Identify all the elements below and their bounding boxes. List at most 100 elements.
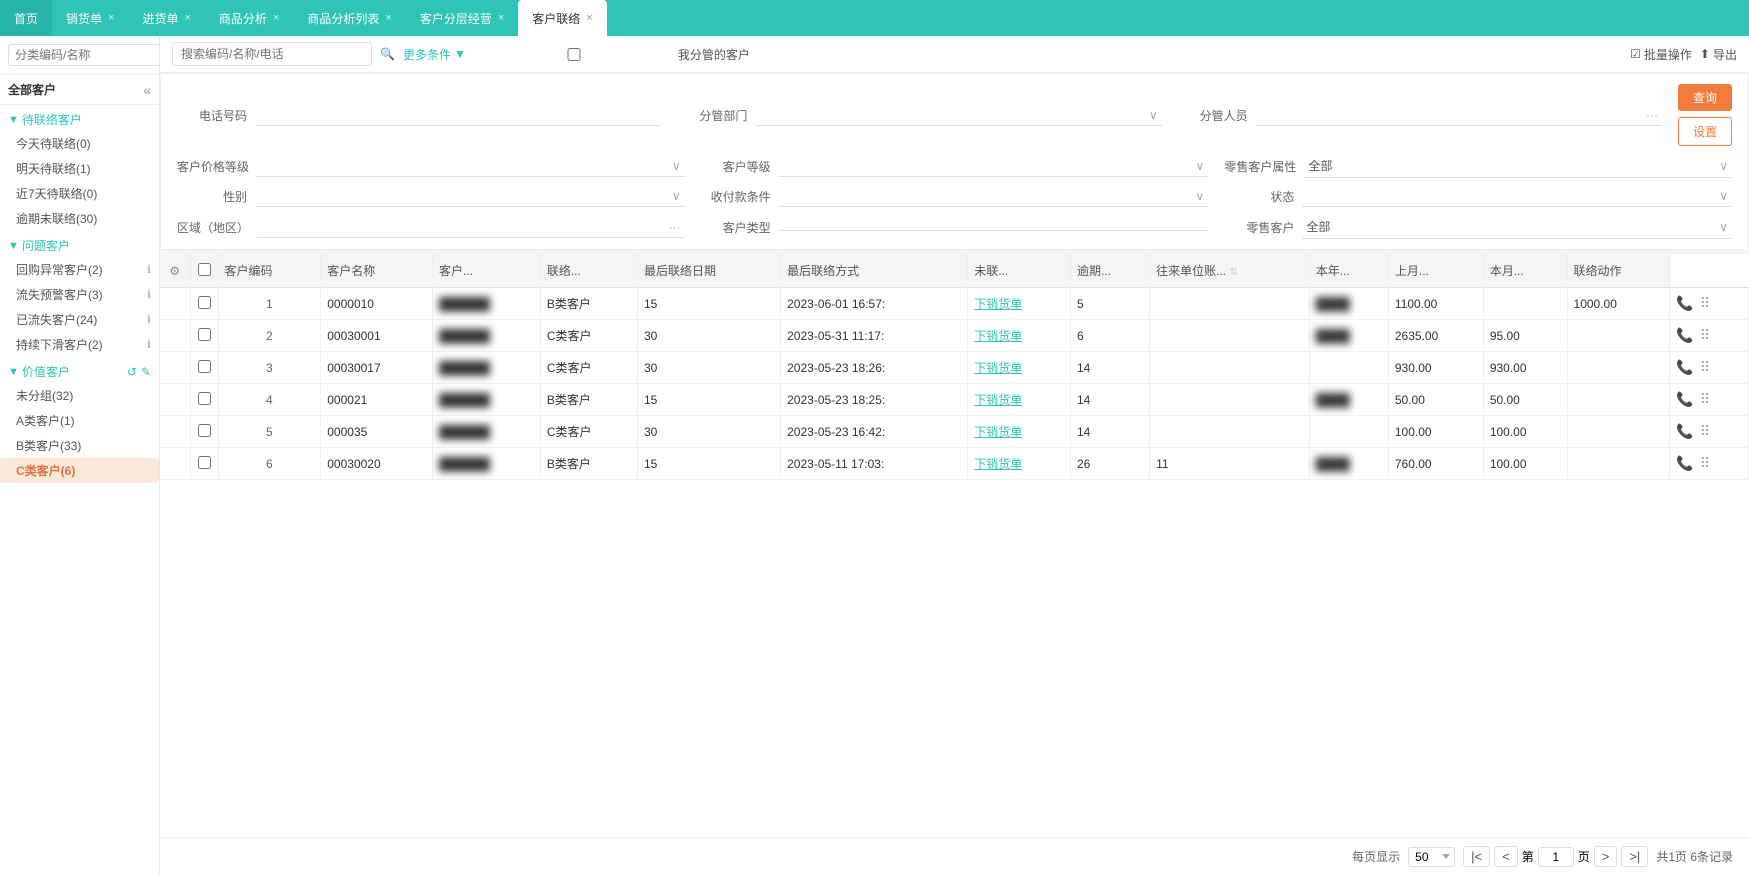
more-icon[interactable]: ⠿ <box>1700 327 1710 344</box>
phone-icon[interactable]: 📞 <box>1676 359 1693 376</box>
row-customer-name[interactable]: ██████ <box>433 448 541 480</box>
close-icon[interactable]: × <box>108 12 114 24</box>
phone-icon[interactable]: 📞 <box>1676 423 1693 440</box>
sidebar-item-class-c[interactable]: C类客户(6) <box>0 458 159 483</box>
row-last-contact-method[interactable]: 下销货单 <box>968 320 1071 352</box>
filter-search-icon[interactable]: 🔍 <box>380 47 395 61</box>
row-customer-name[interactable]: ██████ <box>433 352 541 384</box>
row-contact-action[interactable]: 📞 ⠿ <box>1670 320 1749 352</box>
payment-select[interactable]: ∨ <box>779 186 1209 207</box>
gear-icon[interactable]: ⚙ <box>169 264 180 278</box>
sidebar-search-input[interactable] <box>8 44 160 66</box>
retail-attr-select[interactable]: 全部 ∨ <box>1304 154 1732 178</box>
phone-input[interactable] <box>255 105 661 126</box>
customer-type-select[interactable] <box>779 224 1209 231</box>
nav-customer-segment[interactable]: 客户分层经营 × <box>406 0 518 36</box>
row-customer-name[interactable]: ██████ <box>433 384 541 416</box>
more-icon[interactable]: ⠿ <box>1700 455 1710 472</box>
row-customer-name[interactable]: ██████ <box>433 288 541 320</box>
row-checkbox[interactable] <box>190 352 218 384</box>
nav-purchase-order[interactable]: 进货单 × <box>128 0 204 36</box>
sidebar-item-abnormal[interactable]: 回购异常客户(2) ℹ <box>0 257 159 282</box>
sidebar-item-tomorrow[interactable]: 明天待联络(1) <box>0 156 159 181</box>
sidebar-item-7days[interactable]: 近7天待联络(0) <box>0 181 159 206</box>
row-contact-action[interactable]: 📞 ⠿ <box>1670 352 1749 384</box>
row-checkbox[interactable] <box>190 320 218 352</box>
page-number-input[interactable] <box>1538 847 1574 867</box>
nav-customer-contact[interactable]: 客户联络 × <box>518 0 606 36</box>
more-conditions-button[interactable]: 更多条件 ▼ <box>403 46 466 63</box>
row-checkbox[interactable] <box>190 288 218 320</box>
phone-icon[interactable]: 📞 <box>1676 295 1693 312</box>
row-customer-name[interactable]: ██████ <box>433 416 541 448</box>
sidebar-all-customers[interactable]: 全部客户 « <box>0 75 159 105</box>
person-select[interactable]: ··· <box>1256 105 1662 126</box>
select-all-checkbox[interactable] <box>198 263 211 276</box>
phone-icon[interactable]: 📞 <box>1676 391 1693 408</box>
batch-op-button[interactable]: ☑ 批量操作 <box>1630 46 1692 63</box>
row-checkbox[interactable] <box>190 384 218 416</box>
customer-value-select[interactable]: ∨ <box>257 156 685 177</box>
sidebar-item-declining[interactable]: 持续下滑客户(2) ℹ <box>0 332 159 357</box>
sidebar-item-today[interactable]: 今天待联络(0) <box>0 131 159 156</box>
close-icon[interactable]: × <box>273 12 279 24</box>
row-customer-name[interactable]: ██████ <box>433 320 541 352</box>
row-contact-action[interactable]: 📞 ⠿ <box>1670 288 1749 320</box>
region-select[interactable]: ··· <box>257 217 685 238</box>
edit-icon[interactable]: ✎ <box>141 365 151 379</box>
close-icon[interactable]: × <box>498 12 504 24</box>
close-icon[interactable]: × <box>586 12 592 24</box>
more-icon[interactable]: ⠿ <box>1700 391 1710 408</box>
row-last-contact-method[interactable]: 下销货单 <box>968 288 1071 320</box>
row-select[interactable] <box>198 392 211 405</box>
close-icon[interactable]: × <box>184 12 190 24</box>
row-contact-action[interactable]: 📞 ⠿ <box>1670 448 1749 480</box>
page-size-select[interactable]: 50 100 200 <box>1408 847 1455 867</box>
retail-customer-select[interactable]: 全部 ∨ <box>1302 215 1732 239</box>
sidebar-item-class-a[interactable]: A类客户(1) <box>0 408 159 433</box>
row-select[interactable] <box>198 328 211 341</box>
more-icon[interactable]: ⠿ <box>1700 295 1710 312</box>
sidebar-item-churn-warn[interactable]: 流失预警客户(3) ℹ <box>0 282 159 307</box>
close-icon[interactable]: × <box>385 12 391 24</box>
row-last-contact-method[interactable]: 下销货单 <box>968 352 1071 384</box>
refresh-icon[interactable]: ↺ <box>127 365 137 379</box>
sidebar-item-churned[interactable]: 已流失客户(24) ℹ <box>0 307 159 332</box>
more-icon[interactable]: ⠿ <box>1700 423 1710 440</box>
first-page-button[interactable]: |< <box>1463 846 1490 867</box>
row-select[interactable] <box>198 296 211 309</box>
filter-search-input[interactable] <box>172 42 372 66</box>
row-contact-action[interactable]: 📞 ⠿ <box>1670 416 1749 448</box>
row-select[interactable] <box>198 360 211 373</box>
checkbox-col-header[interactable] <box>190 254 218 288</box>
dept-select[interactable]: ∨ <box>755 105 1161 126</box>
gender-select[interactable]: ∨ <box>255 186 685 207</box>
nav-product-analysis[interactable]: 商品分析 × <box>205 0 293 36</box>
export-button[interactable]: ⬆ 导出 <box>1700 46 1737 63</box>
query-button[interactable]: 查询 <box>1678 84 1732 111</box>
row-select[interactable] <box>198 456 211 469</box>
row-contact-action[interactable]: 📞 ⠿ <box>1670 384 1749 416</box>
row-last-contact-method[interactable]: 下销货单 <box>968 384 1071 416</box>
row-checkbox[interactable] <box>190 416 218 448</box>
customer-level-select[interactable]: ∨ <box>779 156 1209 177</box>
more-icon[interactable]: ⠿ <box>1700 359 1710 376</box>
next-page-button[interactable]: > <box>1594 846 1618 867</box>
row-last-contact-method[interactable]: 下销货单 <box>968 448 1071 480</box>
nav-home[interactable]: 首页 <box>0 0 52 36</box>
my-customers-check[interactable] <box>474 48 674 61</box>
phone-icon[interactable]: 📞 <box>1676 327 1693 344</box>
row-last-contact-method[interactable]: 下销货单 <box>968 416 1071 448</box>
my-customers-checkbox[interactable]: 我分管的客户 <box>474 46 750 63</box>
last-page-button[interactable]: >| <box>1621 846 1648 867</box>
phone-icon[interactable]: 📞 <box>1676 455 1693 472</box>
settings-button[interactable]: 设置 <box>1678 117 1732 146</box>
sort-icon[interactable]: ⇅ <box>1229 267 1237 278</box>
sidebar-item-ungrouped[interactable]: 未分组(32) <box>0 383 159 408</box>
settings-col-header[interactable]: ⚙ <box>160 254 190 288</box>
status-select[interactable]: ∨ <box>1302 186 1732 207</box>
sidebar-item-overdue[interactable]: 逾期未联络(30) <box>0 206 159 231</box>
row-select[interactable] <box>198 424 211 437</box>
nav-sales-order[interactable]: 销货单 × <box>52 0 128 36</box>
prev-page-button[interactable]: < <box>1494 846 1518 867</box>
